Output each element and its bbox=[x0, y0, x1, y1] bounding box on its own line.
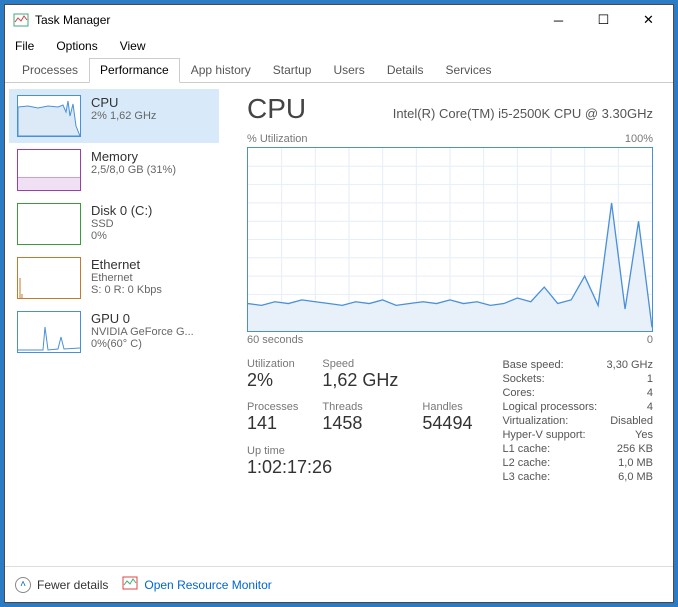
sidebar-item-cpu[interactable]: CPU 2% 1,62 GHz bbox=[9, 89, 219, 143]
open-resource-monitor-link[interactable]: Open Resource Monitor bbox=[122, 575, 271, 594]
utilization-value: 2% bbox=[247, 370, 298, 391]
sidebar-ethernet-value: S: 0 R: 0 Kbps bbox=[91, 284, 162, 296]
l3-value: 6,0 MB bbox=[618, 471, 653, 483]
tab-bar: Processes Performance App history Startu… bbox=[5, 57, 673, 83]
sidebar-disk-name: Disk 0 (C:) bbox=[91, 203, 152, 218]
sidebar-gpu-sub: NVIDIA GeForce G... bbox=[91, 326, 194, 338]
uptime-value: 1:02:17:26 bbox=[247, 457, 472, 478]
page-title: CPU bbox=[247, 93, 306, 125]
sidebar-cpu-name: CPU bbox=[91, 95, 156, 110]
task-manager-window: Task Manager ─ ☐ ✕ File Options View Pro… bbox=[4, 4, 674, 603]
menu-file[interactable]: File bbox=[11, 37, 38, 55]
sidebar-item-disk[interactable]: Disk 0 (C:) SSD 0% bbox=[9, 197, 219, 251]
l1-label: L1 cache: bbox=[502, 443, 550, 455]
l2-label: L2 cache: bbox=[502, 457, 550, 469]
cpu-model-name: Intel(R) Core(TM) i5-2500K CPU @ 3.30GHz bbox=[393, 106, 653, 121]
hyperv-value: Yes bbox=[635, 429, 653, 441]
footer: ˄ Fewer details Open Resource Monitor bbox=[5, 566, 673, 602]
chart-x-right: 0 bbox=[647, 334, 653, 346]
utilization-label: Utilization bbox=[247, 358, 298, 370]
processes-label: Processes bbox=[247, 401, 298, 413]
chart-y-max: 100% bbox=[625, 133, 653, 145]
l2-value: 1,0 MB bbox=[618, 457, 653, 469]
sidebar-gpu-name: GPU 0 bbox=[91, 311, 194, 326]
window-title: Task Manager bbox=[35, 13, 536, 27]
titlebar[interactable]: Task Manager ─ ☐ ✕ bbox=[5, 5, 673, 35]
sidebar-item-ethernet[interactable]: Ethernet Ethernet S: 0 R: 0 Kbps bbox=[9, 251, 219, 305]
ethernet-thumbnail-icon bbox=[17, 257, 81, 299]
tab-processes[interactable]: Processes bbox=[11, 58, 89, 83]
l3-label: L3 cache: bbox=[502, 471, 550, 483]
tab-performance[interactable]: Performance bbox=[89, 58, 180, 83]
virt-value: Disabled bbox=[610, 415, 653, 427]
threads-value: 1458 bbox=[322, 413, 398, 434]
logical-value: 4 bbox=[647, 401, 653, 413]
sockets-value: 1 bbox=[647, 373, 653, 385]
cores-value: 4 bbox=[647, 387, 653, 399]
app-icon bbox=[13, 12, 29, 28]
sidebar-item-gpu[interactable]: GPU 0 NVIDIA GeForce G... 0%(60° C) bbox=[9, 305, 219, 359]
l1-value: 256 KB bbox=[617, 443, 653, 455]
sidebar-ethernet-name: Ethernet bbox=[91, 257, 162, 272]
sidebar-ethernet-sub: Ethernet bbox=[91, 272, 162, 284]
minimize-button[interactable]: ─ bbox=[536, 5, 581, 35]
sidebar-memory-name: Memory bbox=[91, 149, 176, 164]
chevron-up-icon: ˄ bbox=[15, 577, 31, 593]
menubar: File Options View bbox=[5, 35, 673, 57]
threads-label: Threads bbox=[322, 401, 398, 413]
tab-services[interactable]: Services bbox=[435, 58, 503, 83]
gpu-thumbnail-icon bbox=[17, 311, 81, 353]
tab-users[interactable]: Users bbox=[322, 58, 375, 83]
base-speed-value: 3,30 GHz bbox=[607, 359, 653, 371]
sidebar-item-memory[interactable]: Memory 2,5/8,0 GB (31%) bbox=[9, 143, 219, 197]
speed-value: 1,62 GHz bbox=[322, 370, 398, 391]
tab-startup[interactable]: Startup bbox=[262, 58, 323, 83]
memory-thumbnail-icon bbox=[17, 149, 81, 191]
chart-x-left: 60 seconds bbox=[247, 334, 303, 346]
sidebar-cpu-value: 2% 1,62 GHz bbox=[91, 110, 156, 122]
handles-value: 54494 bbox=[422, 413, 472, 434]
cpu-utilization-chart[interactable] bbox=[247, 147, 653, 332]
cores-label: Cores: bbox=[502, 387, 534, 399]
cpu-thumbnail-icon bbox=[17, 95, 81, 137]
logical-label: Logical processors: bbox=[502, 401, 597, 413]
menu-view[interactable]: View bbox=[116, 37, 150, 55]
chart-y-label: % Utilization bbox=[247, 133, 308, 145]
resource-monitor-icon bbox=[122, 575, 138, 594]
sidebar-disk-sub: SSD bbox=[91, 218, 152, 230]
uptime-label: Up time bbox=[247, 445, 472, 457]
fewer-details-button[interactable]: ˄ Fewer details bbox=[15, 577, 108, 593]
content-panel: CPU Intel(R) Core(TM) i5-2500K CPU @ 3.3… bbox=[223, 83, 673, 566]
main-area: CPU 2% 1,62 GHz Memory 2,5/8,0 GB (31%) … bbox=[5, 83, 673, 566]
sockets-label: Sockets: bbox=[502, 373, 544, 385]
handles-label: Handles bbox=[422, 401, 472, 413]
speed-label: Speed bbox=[322, 358, 398, 370]
sidebar-gpu-value: 0%(60° C) bbox=[91, 338, 194, 350]
sidebar-memory-value: 2,5/8,0 GB (31%) bbox=[91, 164, 176, 176]
tab-details[interactable]: Details bbox=[376, 58, 435, 83]
sidebar-disk-value: 0% bbox=[91, 230, 152, 242]
hyperv-label: Hyper-V support: bbox=[502, 429, 585, 441]
close-button[interactable]: ✕ bbox=[626, 5, 671, 35]
maximize-button[interactable]: ☐ bbox=[581, 5, 626, 35]
sidebar: CPU 2% 1,62 GHz Memory 2,5/8,0 GB (31%) … bbox=[5, 83, 223, 566]
processes-value: 141 bbox=[247, 413, 298, 434]
menu-options[interactable]: Options bbox=[52, 37, 101, 55]
tab-app-history[interactable]: App history bbox=[180, 58, 262, 83]
virt-label: Virtualization: bbox=[502, 415, 568, 427]
disk-thumbnail-icon bbox=[17, 203, 81, 245]
base-speed-label: Base speed: bbox=[502, 359, 563, 371]
